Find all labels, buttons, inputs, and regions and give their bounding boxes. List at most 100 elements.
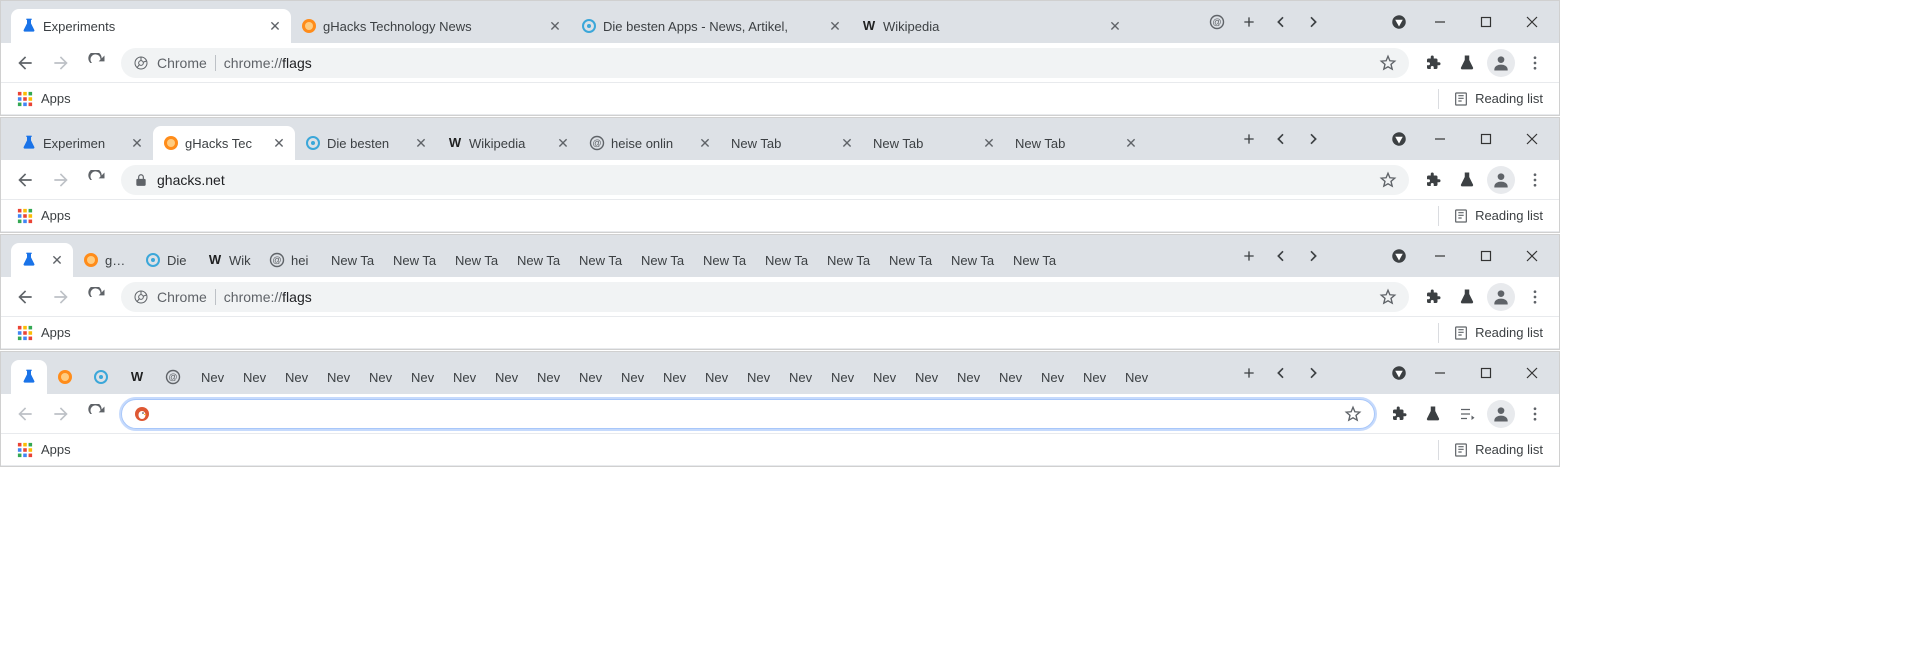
profile-avatar-button[interactable] xyxy=(1485,398,1517,430)
browser-tab[interactable]: ✕ xyxy=(11,243,73,277)
back-button[interactable] xyxy=(9,281,41,313)
tab-scroll-left-button[interactable] xyxy=(1267,242,1295,270)
browser-tab[interactable]: Nev xyxy=(653,360,695,394)
browser-tab[interactable]: Nev xyxy=(359,360,401,394)
browser-tab[interactable]: New Ta xyxy=(755,243,817,277)
extensions-button[interactable] xyxy=(1417,47,1449,79)
minimize-button[interactable] xyxy=(1417,357,1463,389)
tab-close-icon[interactable]: ✕ xyxy=(271,135,287,151)
back-button[interactable] xyxy=(9,47,41,79)
tab-close-icon[interactable]: ✕ xyxy=(267,18,283,34)
browser-tab[interactable]: Nev xyxy=(863,360,905,394)
experiments-button[interactable] xyxy=(1451,281,1483,313)
reading-list-button[interactable]: Reading list xyxy=(1447,438,1549,462)
experiments-button[interactable] xyxy=(1451,47,1483,79)
browser-tab[interactable]: @hei xyxy=(259,243,321,277)
tab-close-icon[interactable]: ✕ xyxy=(413,135,429,151)
tab-close-icon[interactable]: ✕ xyxy=(547,18,563,34)
browser-tab[interactable]: gHa xyxy=(73,243,135,277)
browser-tab[interactable]: Nev xyxy=(737,360,779,394)
bookmark-star-icon[interactable] xyxy=(1379,171,1397,189)
browser-tab[interactable] xyxy=(11,360,47,394)
minimize-button[interactable] xyxy=(1417,6,1463,38)
browser-tab[interactable]: Nev xyxy=(947,360,989,394)
back-button[interactable] xyxy=(9,164,41,196)
tab-scroll-right-button[interactable] xyxy=(1299,8,1327,36)
browser-tab[interactable]: New Ta xyxy=(321,243,383,277)
site-identity-icon[interactable] xyxy=(134,406,150,422)
browser-tab[interactable]: Nev xyxy=(695,360,737,394)
browser-tab[interactable]: Nev xyxy=(611,360,653,394)
tab-close-icon[interactable]: ✕ xyxy=(555,135,571,151)
reload-button[interactable] xyxy=(81,164,113,196)
chrome-menu-button[interactable] xyxy=(1519,398,1551,430)
close-window-button[interactable] xyxy=(1509,6,1555,38)
browser-tab[interactable]: New Ta xyxy=(507,243,569,277)
bookmark-star-icon[interactable] xyxy=(1344,405,1362,423)
browser-tab[interactable]: Nev xyxy=(527,360,569,394)
chrome-menu-button[interactable] xyxy=(1519,164,1551,196)
maximize-button[interactable] xyxy=(1463,357,1509,389)
browser-tab[interactable]: Nev xyxy=(233,360,275,394)
address-bar[interactable] xyxy=(121,399,1375,429)
browser-tab[interactable]: Die besten✕ xyxy=(295,126,437,160)
extensions-button[interactable] xyxy=(1417,281,1449,313)
browser-tab[interactable]: WWikipedia✕ xyxy=(851,9,1131,43)
new-tab-button[interactable] xyxy=(1235,242,1263,270)
browser-tab[interactable]: New Ta xyxy=(445,243,507,277)
experiments-button[interactable] xyxy=(1417,398,1449,430)
reading-list-button[interactable]: Reading list xyxy=(1447,87,1549,111)
tab-close-icon[interactable]: ✕ xyxy=(981,135,997,151)
reload-button[interactable] xyxy=(81,47,113,79)
browser-tab[interactable]: Nev xyxy=(443,360,485,394)
site-identity-icon[interactable] xyxy=(133,289,149,305)
site-identity-icon[interactable] xyxy=(133,55,149,71)
site-identity-icon[interactable] xyxy=(133,172,149,188)
browser-tab[interactable]: Nev xyxy=(191,360,233,394)
tab-close-icon[interactable]: ✕ xyxy=(839,135,855,151)
media-controls-button[interactable] xyxy=(1451,398,1483,430)
browser-tab[interactable]: Nev xyxy=(275,360,317,394)
reading-list-button[interactable]: Reading list xyxy=(1447,321,1549,345)
browser-tab[interactable]: @ xyxy=(155,360,191,394)
reading-list-button[interactable]: Reading list xyxy=(1447,204,1549,228)
profile-avatar-button[interactable] xyxy=(1485,47,1517,79)
chrome-menu-button[interactable] xyxy=(1519,47,1551,79)
browser-tab[interactable]: Nev xyxy=(989,360,1031,394)
browser-tab[interactable]: WWikipedia✕ xyxy=(437,126,579,160)
browser-tab[interactable]: New Ta xyxy=(817,243,879,277)
reload-button[interactable] xyxy=(81,398,113,430)
vpn-button[interactable] xyxy=(1385,242,1413,270)
browser-tab[interactable]: New Tab✕ xyxy=(863,126,1005,160)
address-bar[interactable]: Chromechrome://flags xyxy=(121,282,1409,312)
vpn-button[interactable] xyxy=(1385,125,1413,153)
close-window-button[interactable] xyxy=(1509,240,1555,272)
minimize-button[interactable] xyxy=(1417,123,1463,155)
browser-tab[interactable]: New Ta xyxy=(879,243,941,277)
address-bar[interactable]: ghacks.net xyxy=(121,165,1409,195)
bookmark-star-icon[interactable] xyxy=(1379,54,1397,72)
close-window-button[interactable] xyxy=(1509,357,1555,389)
apps-shortcut[interactable]: Apps xyxy=(11,438,77,462)
tab-close-icon[interactable]: ✕ xyxy=(697,135,713,151)
browser-tab[interactable]: WWik xyxy=(197,243,259,277)
browser-tab[interactable]: Experiments✕ xyxy=(11,9,291,43)
browser-tab[interactable]: Nev xyxy=(821,360,863,394)
tab-close-icon[interactable]: ✕ xyxy=(129,135,145,151)
browser-tab[interactable]: New Ta xyxy=(383,243,445,277)
minimize-button[interactable] xyxy=(1417,240,1463,272)
new-tab-button[interactable] xyxy=(1235,125,1263,153)
browser-tab[interactable]: Nev xyxy=(569,360,611,394)
profile-avatar-button[interactable] xyxy=(1485,281,1517,313)
tab-scroll-right-button[interactable] xyxy=(1299,359,1327,387)
extensions-button[interactable] xyxy=(1383,398,1415,430)
tab-scroll-left-button[interactable] xyxy=(1267,8,1295,36)
browser-tab[interactable]: gHacks Technology News✕ xyxy=(291,9,571,43)
browser-tab[interactable]: New Tab✕ xyxy=(1005,126,1147,160)
browser-tab[interactable] xyxy=(47,360,83,394)
browser-tab[interactable]: Nev xyxy=(1073,360,1115,394)
address-bar[interactable]: Chromechrome://flags xyxy=(121,48,1409,78)
browser-tab[interactable] xyxy=(83,360,119,394)
tab-scroll-left-button[interactable] xyxy=(1267,125,1295,153)
browser-tab[interactable]: gHacks Tec✕ xyxy=(153,126,295,160)
